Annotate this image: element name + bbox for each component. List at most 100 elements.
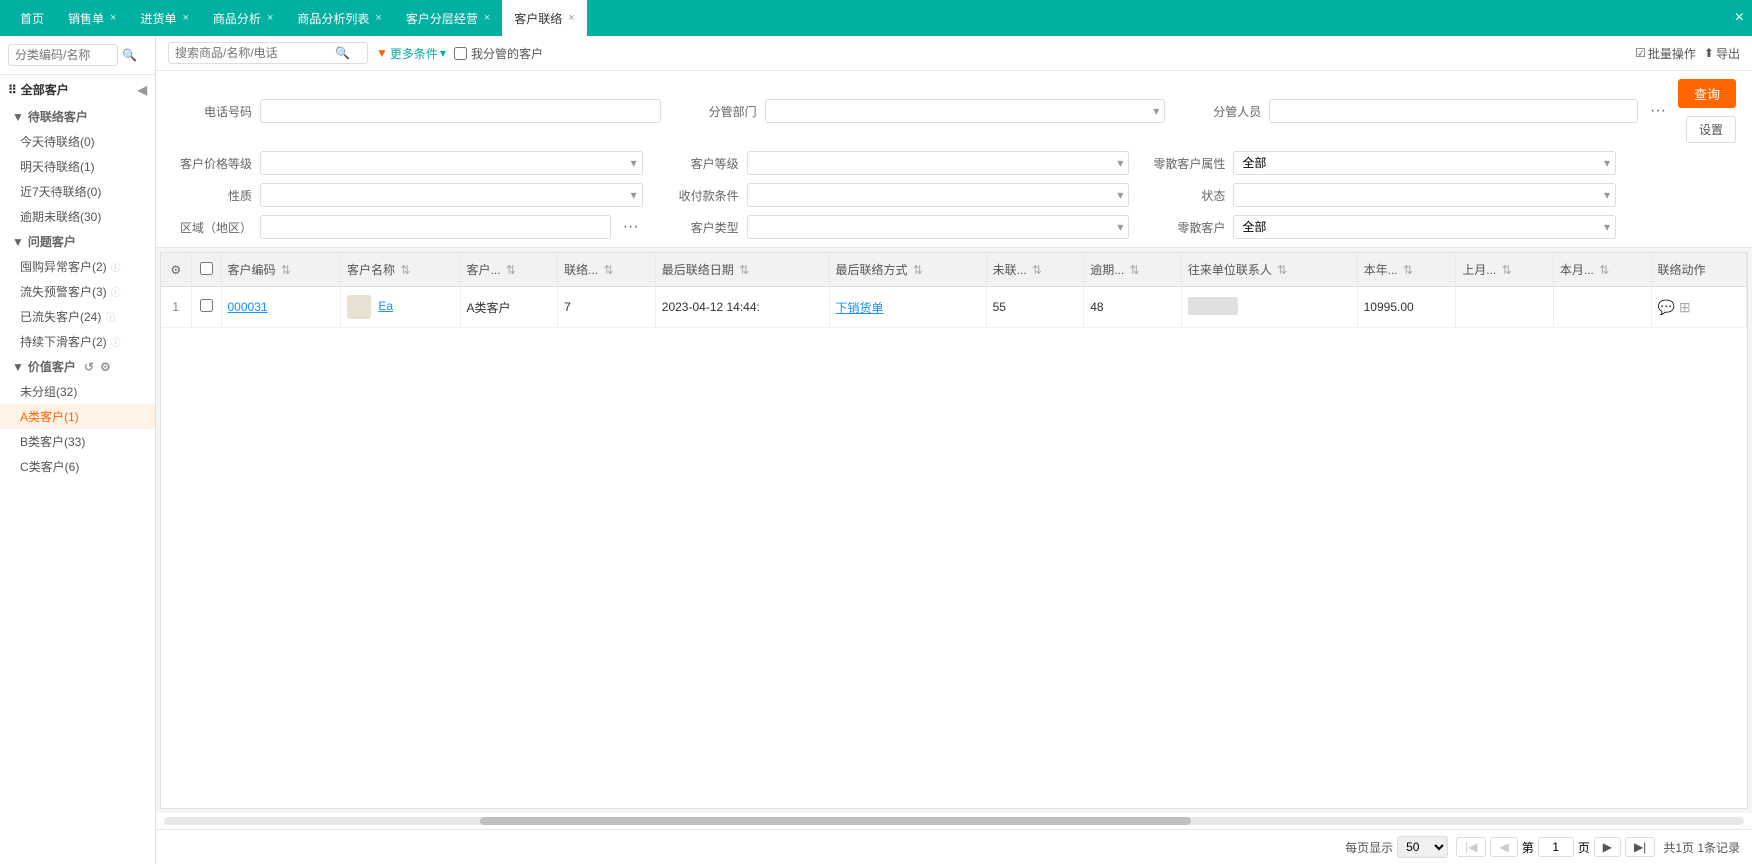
my-customers-filter: 我分管的客户: [454, 45, 543, 62]
cust-level-select[interactable]: [747, 151, 1130, 175]
this-year-sort-icon: ⇅: [1403, 263, 1413, 277]
sidebar-item-lost[interactable]: 已流失客户(24) ⓘ: [0, 304, 155, 329]
th-action: 联络动作: [1651, 253, 1747, 287]
nav-customer-tier[interactable]: 客户分层经营 ×: [394, 0, 502, 36]
cust-level-label: 客户等级: [659, 155, 739, 172]
th-last-method: 最后联络方式 ⇅: [829, 253, 986, 287]
filter-row-4: 区域（地区） ··· 客户类型 ▾ 零散客户: [172, 215, 1736, 239]
sidebar-search-input[interactable]: [8, 44, 118, 66]
sidebar-item-lostwarning[interactable]: 流失预警客户(3) ⓘ: [0, 279, 155, 304]
value-arrow-icon: ▼: [12, 360, 24, 374]
overdue-sort-icon: ⇅: [1130, 263, 1140, 277]
close-purchase-tab[interactable]: ×: [182, 12, 188, 24]
table-row: 1 000031 Ea A类客户: [161, 287, 1747, 328]
phone-input[interactable]: [260, 99, 661, 123]
last-method-link[interactable]: 下销货单: [836, 301, 884, 315]
select-all-checkbox[interactable]: [200, 262, 213, 275]
my-customers-checkbox[interactable]: [454, 47, 467, 60]
scrollbar-track[interactable]: [164, 817, 1744, 825]
sidebar-item-today[interactable]: 今天待联络(0): [0, 129, 155, 154]
last-date-sort-icon: ⇅: [739, 263, 749, 277]
customer-name-link[interactable]: Ea: [378, 299, 393, 313]
th-this-year: 本年... ⇅: [1357, 253, 1456, 287]
sidebar-item-declining[interactable]: 持续下滑客户(2) ⓘ: [0, 329, 155, 354]
code-sort-icon: ⇅: [281, 263, 291, 277]
sidebar-collapse-icon[interactable]: ◀: [138, 83, 147, 97]
value-refresh-icon[interactable]: ↺: [84, 360, 94, 374]
nav-product-list[interactable]: 商品分析列表 ×: [285, 0, 393, 36]
th-uncontacted: 未联... ⇅: [986, 253, 1084, 287]
checkbox-batch-icon: ☑: [1635, 46, 1646, 60]
dept-select[interactable]: [765, 99, 1166, 123]
sidebar-item-class-b[interactable]: B类客户(33): [0, 429, 155, 454]
region-more-btn[interactable]: ···: [619, 218, 643, 236]
main-layout: 🔍 ⠿ 全部客户 ◀ ▼ 待联络客户 今天待联络(0) 明天待联络(1) 近7天…: [0, 36, 1752, 864]
qr-action-icon[interactable]: ⊞: [1679, 299, 1691, 316]
th-overdue: 逾期... ⇅: [1084, 253, 1182, 287]
close-customer-tier-tab[interactable]: ×: [484, 12, 490, 24]
td-contact-count: 7: [558, 287, 656, 328]
per-page-select[interactable]: 50 100 200: [1397, 836, 1448, 858]
td-last-month: [1456, 287, 1554, 328]
close-sales-tab[interactable]: ×: [110, 12, 116, 24]
close-all-tabs[interactable]: ×: [1735, 9, 1744, 27]
all-customers-header[interactable]: ⠿ 全部客户 ◀: [0, 75, 155, 104]
total-info: 共1页 1条记录: [1663, 839, 1740, 856]
nav-customer-contact[interactable]: 客户联络 ×: [502, 0, 586, 36]
scrollbar-thumb[interactable]: [480, 817, 1191, 825]
close-product-list-tab[interactable]: ×: [375, 12, 381, 24]
sidebar-item-tomorrow[interactable]: 明天待联络(1): [0, 154, 155, 179]
page-number-input[interactable]: [1538, 837, 1574, 857]
customer-code-link[interactable]: 000031: [228, 300, 268, 314]
th-name: 客户名称 ⇅: [341, 253, 461, 287]
sidebar-item-ungrouped[interactable]: 未分组(32): [0, 379, 155, 404]
settings-btn[interactable]: 设置: [1686, 116, 1736, 143]
nav-home[interactable]: 首页: [8, 0, 56, 36]
cust-type-select[interactable]: [747, 215, 1130, 239]
filter-region: 区域（地区） ···: [172, 215, 643, 239]
sidebar-item-abnormal[interactable]: 囤购异常客户(2) ⓘ: [0, 254, 155, 279]
scatter-attr-select[interactable]: 全部: [1233, 151, 1616, 175]
price-level-select[interactable]: [260, 151, 643, 175]
nav-product-analysis[interactable]: 商品分析 ×: [201, 0, 285, 36]
last-page-btn[interactable]: ▶|: [1625, 837, 1655, 857]
query-btn[interactable]: 查询: [1678, 79, 1736, 108]
group-pending-contact[interactable]: ▼ 待联络客户: [0, 104, 155, 129]
sidebar-item-week[interactable]: 近7天待联络(0): [0, 179, 155, 204]
prev-page-btn[interactable]: ◀: [1490, 837, 1517, 857]
main-search-input[interactable]: [175, 46, 335, 60]
scatter-select[interactable]: 全部: [1233, 215, 1616, 239]
value-settings-icon[interactable]: ⚙: [100, 360, 111, 374]
close-customer-contact-tab[interactable]: ×: [568, 12, 574, 24]
manager-input[interactable]: [1269, 99, 1638, 123]
nav-purchase[interactable]: 进货单 ×: [128, 0, 200, 36]
next-page-btn[interactable]: ▶: [1594, 837, 1621, 857]
sidebar-search-icon[interactable]: 🔍: [122, 48, 137, 62]
payment-select[interactable]: [747, 183, 1130, 207]
group-problem-customers[interactable]: ▼ 问题客户: [0, 229, 155, 254]
filter-row-3: 性质 ▾ 收付款条件 ▾ 状态: [172, 183, 1736, 207]
more-conditions-btn[interactable]: ▼ 更多条件 ▾: [376, 45, 446, 62]
nature-select[interactable]: [260, 183, 643, 207]
td-type: A类客户: [460, 287, 558, 328]
manager-more-btn[interactable]: ···: [1646, 102, 1670, 120]
table-gear-icon[interactable]: ⚙: [170, 263, 181, 277]
message-action-icon[interactable]: 💬: [1658, 299, 1675, 316]
sidebar-item-overdue[interactable]: 逾期未联络(30): [0, 204, 155, 229]
first-page-btn[interactable]: |◀: [1456, 837, 1486, 857]
nav-sales[interactable]: 销售单 ×: [56, 0, 128, 36]
export-btn[interactable]: ⬆ 导出: [1704, 45, 1740, 62]
main-search-icon[interactable]: 🔍: [335, 46, 350, 60]
info-icon-lost: ⓘ: [105, 309, 115, 324]
filter-price-level: 客户价格等级 ▾: [172, 151, 643, 175]
status-select[interactable]: [1233, 183, 1616, 207]
query-buttons: 查询 设置: [1678, 79, 1736, 143]
group-value-customers[interactable]: ▼ 价值客户 ↺ ⚙: [0, 354, 155, 379]
row-checkbox[interactable]: [200, 299, 213, 312]
close-product-analysis-tab[interactable]: ×: [267, 12, 273, 24]
sidebar-item-class-c[interactable]: C类客户(6): [0, 454, 155, 479]
region-input[interactable]: [260, 215, 611, 239]
last-method-sort-icon: ⇅: [913, 263, 923, 277]
batch-op-btn[interactable]: ☑ 批量操作: [1635, 45, 1696, 62]
sidebar-item-class-a[interactable]: A类客户(1): [0, 404, 155, 429]
